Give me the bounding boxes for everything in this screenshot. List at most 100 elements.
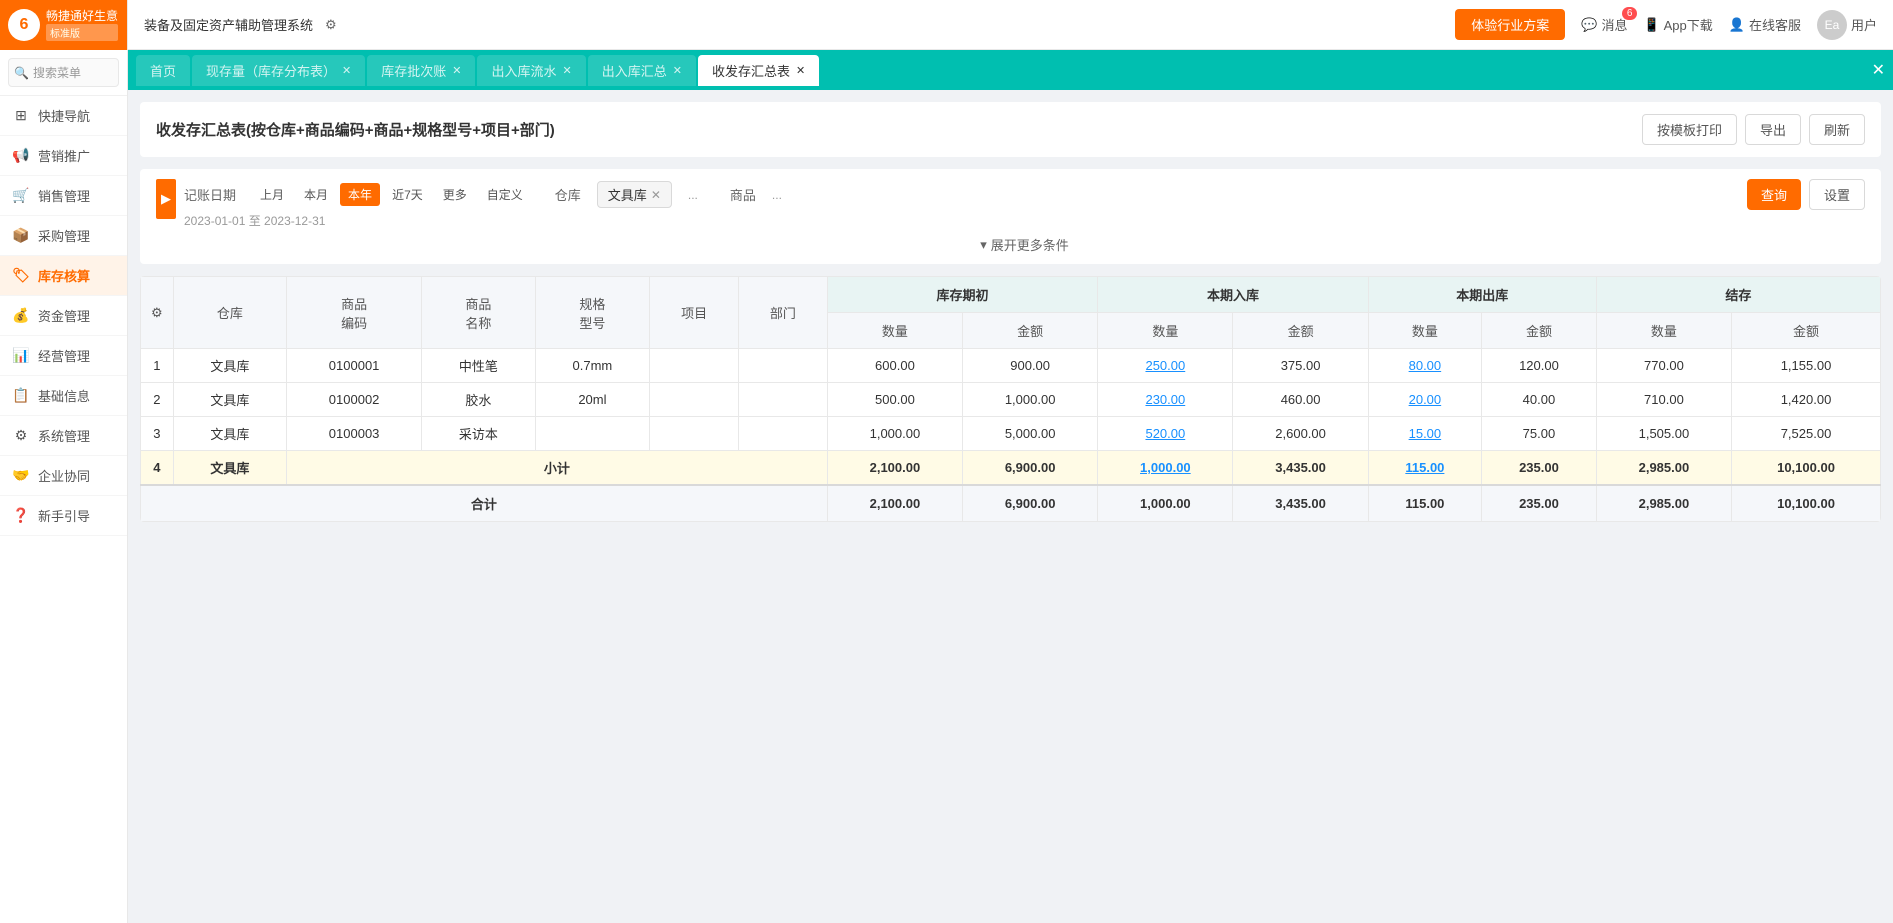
row-open-amt: 1,000.00 [963, 383, 1098, 417]
goods-more[interactable]: ... [772, 188, 782, 202]
row-out-qty[interactable]: 20.00 [1368, 383, 1481, 417]
sidebar-item-guide[interactable]: ❓ 新手引导 [0, 496, 127, 536]
tab-close-batch[interactable]: ✕ [452, 64, 461, 77]
sidebar-item-finance[interactable]: 💰资金管理 [0, 296, 127, 336]
row-in-qty[interactable]: 230.00 [1098, 383, 1233, 417]
avatar: Ea [1817, 10, 1847, 40]
total-open-qty: 2,100.00 [827, 485, 962, 522]
row-bal-amt: 7,525.00 [1732, 417, 1881, 451]
nav-icon-guide: ❓ [12, 507, 30, 524]
total-in-qty: 1,000.00 [1098, 485, 1233, 522]
query-button[interactable]: 查询 [1747, 179, 1801, 210]
online-service-action[interactable]: 👤 在线客服 [1729, 15, 1801, 34]
col-out-qty: 数量 [1368, 313, 1481, 349]
tab-in-out-summary[interactable]: 出入库汇总✕ [588, 55, 696, 86]
date-btn-更多[interactable]: 更多 [435, 183, 475, 206]
sidebar-item-enterprise[interactable]: 🤝企业协同 [0, 456, 127, 496]
table-footer: 合计 2,100.00 6,900.00 1,000.00 3,435.00 1… [141, 485, 1881, 522]
app-title: 装备及固定资产辅助管理系统 [144, 15, 313, 34]
header-actions: 体验行业方案 💬 消息 6 📱 App下载 👤 在线客服 Ea 用户 [1455, 9, 1877, 40]
row-spec: 0.7mm [535, 349, 650, 383]
tab-close-inventory-dist[interactable]: ✕ [342, 64, 351, 77]
search-menu-button[interactable]: 🔍 搜索菜单 [8, 58, 119, 87]
logo-text: 畅捷通好生意 标准版 [46, 9, 118, 42]
tab-inventory-dist[interactable]: 现存量（库存分布表）✕ [192, 55, 365, 86]
nav-icon-inventory: 🏷 [12, 267, 30, 284]
row-out-qty[interactable]: 80.00 [1368, 349, 1481, 383]
warehouse-tag[interactable]: 文具库 ✕ [597, 181, 672, 208]
app-download-action[interactable]: 📱 App下载 [1643, 15, 1712, 34]
sidebar-item-operations[interactable]: 📊经营管理 [0, 336, 127, 376]
row-project [650, 349, 739, 383]
user-action[interactable]: Ea 用户 [1817, 10, 1877, 40]
export-button[interactable]: 导出 [1745, 114, 1801, 145]
row-spec: 20ml [535, 383, 650, 417]
col-balance: 结存 [1596, 277, 1880, 313]
date-btn-近7天[interactable]: 近7天 [384, 183, 431, 206]
sub-open-qty: 2,100.00 [827, 451, 962, 486]
date-btn-本月[interactable]: 本月 [296, 183, 336, 206]
settings-button[interactable]: 设置 [1809, 179, 1865, 210]
sidebar-item-system[interactable]: ⚙系统管理 [0, 416, 127, 456]
nav-icon-quick-nav: ⊞ [12, 107, 30, 124]
expand-arrow[interactable]: ▶ [156, 179, 176, 219]
row-open-amt: 900.00 [963, 349, 1098, 383]
col-out: 本期出库 [1368, 277, 1596, 313]
nav-label-purchase: 采购管理 [38, 226, 90, 245]
sidebar-item-inventory[interactable]: 🏷库存核算 [0, 256, 127, 296]
sidebar-item-quick-nav[interactable]: ⊞快捷导航 [0, 96, 127, 136]
sub-bal-amt: 10,100.00 [1732, 451, 1881, 486]
sidebar-item-purchase[interactable]: 📦采购管理 [0, 216, 127, 256]
row-in-qty[interactable]: 250.00 [1098, 349, 1233, 383]
close-all-tabs-icon[interactable]: ✕ [1872, 60, 1885, 80]
warehouse-more[interactable]: ... [688, 188, 698, 202]
tab-close-receive-send-summary[interactable]: ✕ [796, 64, 805, 77]
tab-batch[interactable]: 库存批次账 ✕ [367, 55, 475, 86]
try-button[interactable]: 体验行业方案 [1455, 9, 1565, 40]
tab-receive-send-summary[interactable]: 收发存汇总表✕ [698, 55, 819, 86]
refresh-button[interactable]: 刷新 [1809, 114, 1865, 145]
page-actions: 按模板打印 导出 刷新 [1642, 114, 1865, 145]
warehouse-label: 仓库 [555, 188, 581, 203]
col-open-qty: 数量 [827, 313, 962, 349]
tab-label-batch: 库存批次账 [381, 61, 446, 80]
tab-in-out-flow[interactable]: 出入库流水✕ [477, 55, 585, 86]
row-in-amt: 375.00 [1233, 349, 1368, 383]
header-left: 装备及固定资产辅助管理系统 ⚙ [144, 15, 337, 34]
col-bal-qty: 数量 [1596, 313, 1731, 349]
template-print-button[interactable]: 按模板打印 [1642, 114, 1737, 145]
row-in-qty[interactable]: 520.00 [1098, 417, 1233, 451]
expand-down-icon: ▾ [980, 237, 987, 253]
nav-icon-operations: 📊 [12, 347, 30, 364]
nav-label-system: 系统管理 [38, 426, 90, 445]
row-dept [739, 349, 828, 383]
subtotal-row: 4 文具库 小计 2,100.00 6,900.00 1,000.00 3,43… [141, 451, 1881, 486]
row-project [650, 383, 739, 417]
service-icon: 👤 [1729, 17, 1745, 33]
col-warehouse: 仓库 [173, 277, 286, 349]
date-btn-上月[interactable]: 上月 [252, 183, 292, 206]
row-index: 1 [141, 349, 174, 383]
sidebar-item-basic[interactable]: 📋基础信息 [0, 376, 127, 416]
search-icon: 🔍 [14, 66, 29, 80]
warehouse-remove-icon[interactable]: ✕ [651, 188, 661, 202]
sidebar-item-marketing[interactable]: 📢营销推广 [0, 136, 127, 176]
settings-icon[interactable]: ⚙ [325, 17, 337, 33]
total-bal-amt: 10,100.00 [1732, 485, 1881, 522]
sidebar-item-sales[interactable]: 🛒销售管理 [0, 176, 127, 216]
date-btn-本年[interactable]: 本年 [340, 183, 380, 206]
nav-label-guide: 新手引导 [38, 506, 90, 525]
date-buttons: 上月本月本年近7天更多自定义 [252, 183, 531, 206]
tab-close-in-out-flow[interactable]: ✕ [563, 64, 572, 77]
row-out-amt: 120.00 [1482, 349, 1597, 383]
row-open-qty: 600.00 [827, 349, 962, 383]
tab-close-in-out-summary[interactable]: ✕ [673, 64, 682, 77]
row-in-amt: 460.00 [1233, 383, 1368, 417]
expand-conditions-btn[interactable]: ▾ 展开更多条件 [184, 235, 1865, 254]
row-out-qty[interactable]: 15.00 [1368, 417, 1481, 451]
date-btn-自定义[interactable]: 自定义 [479, 183, 531, 206]
tab-home[interactable]: 首页 [136, 55, 190, 86]
sub-index: 4 [141, 451, 174, 486]
message-action[interactable]: 💬 消息 6 [1581, 15, 1627, 34]
col-name: 商品名称 [422, 277, 535, 349]
